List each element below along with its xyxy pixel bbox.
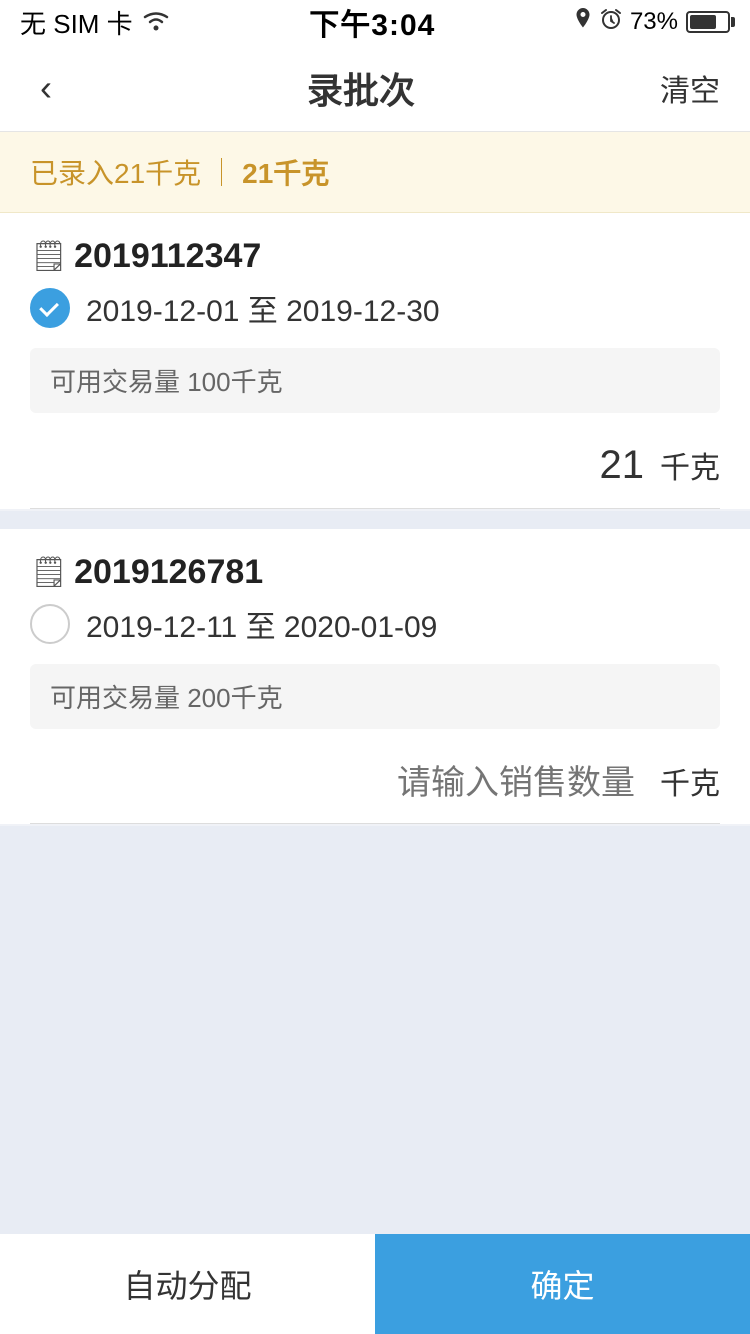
back-button[interactable]: ‹ [30,57,62,119]
location-icon [574,8,592,37]
wifi-icon [141,7,171,38]
confirm-button[interactable]: 确定 [375,1234,750,1334]
recorded-label: 已录入21千克 [30,152,201,192]
battery-percent: 73% [630,8,678,36]
section-gap [0,511,750,529]
batch-2-date: 2019-12-11 至 2020-01-09 [86,602,437,646]
clear-button[interactable]: 清空 [660,66,720,110]
auto-distribute-button[interactable]: 自动分配 [0,1234,375,1334]
batch-1-available: 可用交易量 100千克 [30,348,720,413]
batch-2-date-row[interactable]: 2019-12-11 至 2020-01-09 [30,602,720,646]
batch-card-2: 🗒 2019126781 2019-12-11 至 2020-01-09 可用交… [0,529,750,824]
batch-item-2: 🗒 2019126781 2019-12-11 至 2020-01-09 可用交… [0,529,750,749]
batch-2-id: 2019126781 [74,553,263,592]
batch-2-header: 🗒 2019126781 [30,553,720,592]
banner-divider [221,158,222,186]
nav-bar: ‹ 录批次 清空 [0,44,750,132]
batch-1-divider [30,508,720,509]
batch-1-date: 2019-12-01 至 2019-12-30 [86,286,440,330]
content-spacer [0,826,750,1234]
batch-item-1: 🗒 2019112347 2019-12-01 至 2019-12-30 可用交… [0,213,750,433]
batch-2-radio[interactable] [30,604,70,644]
main-content: 已录入21千克 21千克 🗒 2019112347 2019-12-01 至 2… [0,132,750,1234]
bottom-bar: 自动分配 确定 [0,1234,750,1334]
batch-2-available: 可用交易量 200千克 [30,664,720,729]
info-banner: 已录入21千克 21千克 [0,132,750,213]
carrier-text: 无 SIM 卡 [20,4,133,41]
batch-2-quantity-input[interactable] [30,764,650,803]
recorded-value: 21千克 [242,152,329,192]
status-carrier: 无 SIM 卡 [20,4,171,41]
batch-1-date-row[interactable]: 2019-12-01 至 2019-12-30 [30,286,720,330]
batch-1-header: 🗒 2019112347 [30,237,720,276]
status-indicators: 73% [574,8,730,37]
battery-icon [686,11,730,33]
batch-1-quantity-value: 21 [600,443,645,488]
batch-card-1: 🗒 2019112347 2019-12-01 至 2019-12-30 可用交… [0,213,750,509]
batch-1-id: 2019112347 [74,237,261,276]
batch-2-input-unit: 千克 [660,759,720,803]
batch-1-radio[interactable] [30,288,70,328]
page-title: 录批次 [307,62,415,114]
batch-2-divider [30,823,720,824]
batch-2-input-row: 千克 [0,749,750,823]
batch-1-quantity-row: 21 千克 [0,433,750,508]
batch-1-quantity-unit: 千克 [660,443,720,487]
batch-2-icon: 🗒 [30,555,68,590]
batch-1-icon: 🗒 [30,239,68,274]
alarm-icon [600,8,622,37]
status-bar: 无 SIM 卡 下午3:04 73% [0,0,750,44]
status-time: 下午3:04 [309,0,435,44]
